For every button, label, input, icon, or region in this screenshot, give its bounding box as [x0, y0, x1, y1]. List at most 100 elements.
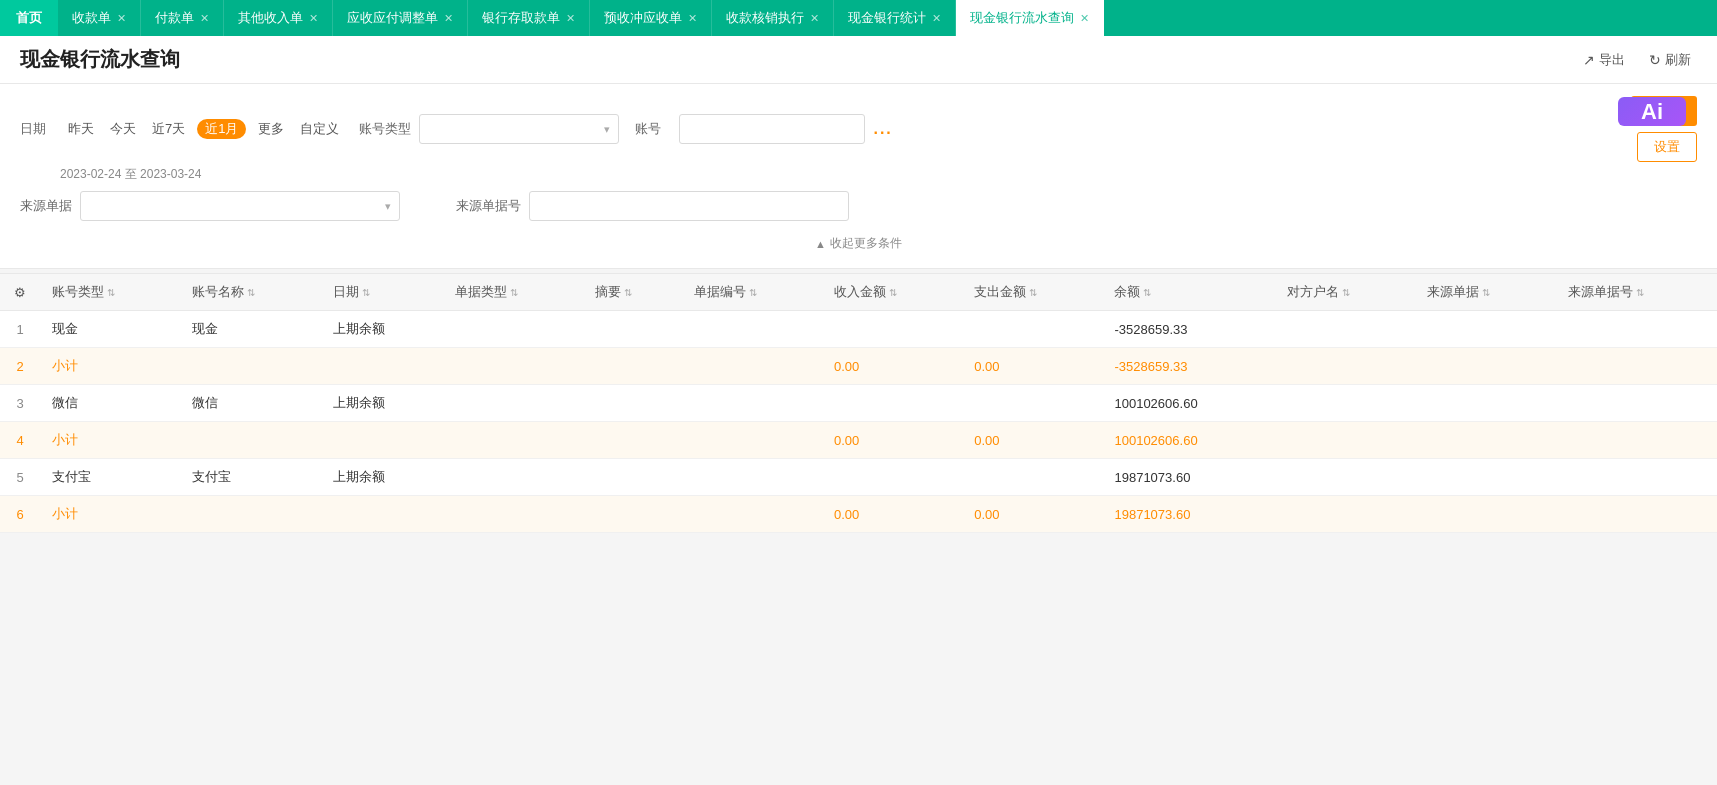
date-shortcut-1month[interactable]: 近1月: [197, 119, 246, 139]
sort-icon: ⇅: [1636, 287, 1644, 298]
cell-balance: -3528659.33: [1102, 311, 1275, 348]
collapse-bar[interactable]: ▲ 收起更多条件: [20, 231, 1697, 260]
cell-voucher-type: [443, 496, 583, 533]
cell-account-name: 微信: [180, 385, 320, 422]
close-icon[interactable]: ✕: [200, 12, 209, 25]
cell-voucher-type: [443, 385, 583, 422]
close-icon[interactable]: ✕: [309, 12, 318, 25]
cell-account-name: 支付宝: [180, 459, 320, 496]
cell-income: [822, 459, 962, 496]
nav-item-ar-ap-adjust[interactable]: 应收应付调整单✕: [333, 0, 468, 36]
cell-income: 0.00: [822, 422, 962, 459]
settings-button[interactable]: 设置: [1637, 132, 1697, 162]
page-title: 现金银行流水查询: [20, 46, 180, 73]
nav-item-verify-exec[interactable]: 收款核销执行✕: [712, 0, 834, 36]
cell-row-num: 1: [0, 311, 40, 348]
cell-balance: 100102606.60: [1102, 385, 1275, 422]
ai-badge[interactable]: Ai: [1618, 97, 1686, 126]
table-row: 6小计0.000.0019871073.60: [0, 496, 1717, 533]
close-icon[interactable]: ✕: [444, 12, 453, 25]
close-icon[interactable]: ✕: [810, 12, 819, 25]
date-shortcut-yesterday[interactable]: 昨天: [64, 119, 98, 139]
nav-item-receipts[interactable]: 收款单✕: [58, 0, 141, 36]
close-icon[interactable]: ✕: [688, 12, 697, 25]
nav-item-prepaid-offset[interactable]: 预收冲应收单✕: [590, 0, 712, 36]
cell-balance: 19871073.60: [1102, 496, 1275, 533]
col-header-counterpart[interactable]: 对方户名⇅: [1275, 274, 1415, 311]
table-container: ⚙ 账号类型⇅账号名称⇅日期⇅单据类型⇅摘要⇅单据编号⇅收入金额⇅支出金额⇅余额⇅…: [0, 273, 1717, 533]
nav-item-payments[interactable]: 付款单✕: [141, 0, 224, 36]
cell-date: [321, 422, 444, 459]
cell-balance: -3528659.33: [1102, 348, 1275, 385]
sort-icon: ⇅: [889, 287, 897, 298]
source-voucher-select[interactable]: ▾: [80, 191, 400, 221]
close-icon[interactable]: ✕: [932, 12, 941, 25]
close-icon[interactable]: ✕: [117, 12, 126, 25]
table-row: 1现金现金上期余额-3528659.33: [0, 311, 1717, 348]
source-voucher-no-group: 来源单据号: [456, 191, 849, 221]
table-row: 5支付宝支付宝上期余额19871073.60: [0, 459, 1717, 496]
col-header-voucher_type[interactable]: 单据类型⇅: [443, 274, 583, 311]
col-header-voucher_no[interactable]: 单据编号⇅: [682, 274, 822, 311]
date-filter-group: 日期 昨天今天近7天近1月更多自定义: [20, 119, 343, 139]
date-shortcut-7days[interactable]: 近7天: [148, 119, 189, 139]
date-shortcut-today[interactable]: 今天: [106, 119, 140, 139]
col-header-expense[interactable]: 支出金额⇅: [962, 274, 1102, 311]
cell-source-voucher-no: [1556, 422, 1717, 459]
date-shortcut-more[interactable]: 更多: [254, 119, 288, 139]
cell-summary: [583, 385, 681, 422]
col-header-account_type[interactable]: 账号类型⇅: [40, 274, 180, 311]
cell-expense: 0.00: [962, 496, 1102, 533]
sort-icon: ⇅: [510, 287, 518, 298]
nav-item-other-income[interactable]: 其他收入单✕: [224, 0, 333, 36]
cell-source-voucher: [1415, 385, 1555, 422]
filter-area: 日期 昨天今天近7天近1月更多自定义 账号类型 ▾ 账号 ... 查询 设置 2…: [0, 84, 1717, 269]
cell-expense: [962, 459, 1102, 496]
cell-voucher-type: [443, 311, 583, 348]
cell-counterpart: [1275, 459, 1415, 496]
cell-date: [321, 348, 444, 385]
nav-item-cash-bank-stat[interactable]: 现金银行统计✕: [834, 0, 956, 36]
nav-item-cash-bank-flow[interactable]: 现金银行流水查询✕: [956, 0, 1104, 36]
nav-item-bank-deposit[interactable]: 银行存取款单✕: [468, 0, 590, 36]
account-group: 账号 ...: [635, 114, 892, 144]
col-header-account_name[interactable]: 账号名称⇅: [180, 274, 320, 311]
col-header-summary[interactable]: 摘要⇅: [583, 274, 681, 311]
cell-source-voucher: [1415, 459, 1555, 496]
close-icon[interactable]: ✕: [1080, 12, 1089, 25]
account-type-select[interactable]: ▾: [419, 114, 619, 144]
cell-voucher-no: [682, 496, 822, 533]
sort-icon: ⇅: [362, 287, 370, 298]
account-input[interactable]: [679, 114, 865, 144]
cell-balance: 19871073.60: [1102, 459, 1275, 496]
cell-account-type: 现金: [40, 311, 180, 348]
col-header-balance[interactable]: 余额⇅: [1102, 274, 1275, 311]
nav-home[interactable]: 首页: [0, 0, 58, 36]
col-header-source_voucher[interactable]: 来源单据⇅: [1415, 274, 1555, 311]
date-shortcut-custom[interactable]: 自定义: [296, 119, 343, 139]
source-voucher-no-input[interactable]: [529, 191, 849, 221]
cell-row-num: 4: [0, 422, 40, 459]
cell-income: [822, 311, 962, 348]
close-icon[interactable]: ✕: [566, 12, 575, 25]
cell-account-type: 支付宝: [40, 459, 180, 496]
sort-icon: ⇅: [247, 287, 255, 298]
cell-source-voucher-no: [1556, 385, 1717, 422]
account-dots-button[interactable]: ...: [873, 120, 892, 138]
table-settings-icon[interactable]: ⚙: [14, 285, 26, 300]
source-voucher-dropdown-icon: ▾: [385, 200, 391, 213]
col-header-source_voucher_no[interactable]: 来源单据号⇅: [1556, 274, 1717, 311]
cell-source-voucher: [1415, 348, 1555, 385]
table-row: 3微信微信上期余额100102606.60: [0, 385, 1717, 422]
cell-voucher-no: [682, 348, 822, 385]
cell-account-name: [180, 496, 320, 533]
cell-summary: [583, 311, 681, 348]
col-header-income[interactable]: 收入金额⇅: [822, 274, 962, 311]
cell-account-type: 微信: [40, 385, 180, 422]
export-button[interactable]: ↗ 导出: [1577, 47, 1631, 73]
col-header-date[interactable]: 日期⇅: [321, 274, 444, 311]
cell-row-num: 3: [0, 385, 40, 422]
refresh-button[interactable]: ↻ 刷新: [1643, 47, 1697, 73]
cell-voucher-no: [682, 311, 822, 348]
cell-row-num: 6: [0, 496, 40, 533]
